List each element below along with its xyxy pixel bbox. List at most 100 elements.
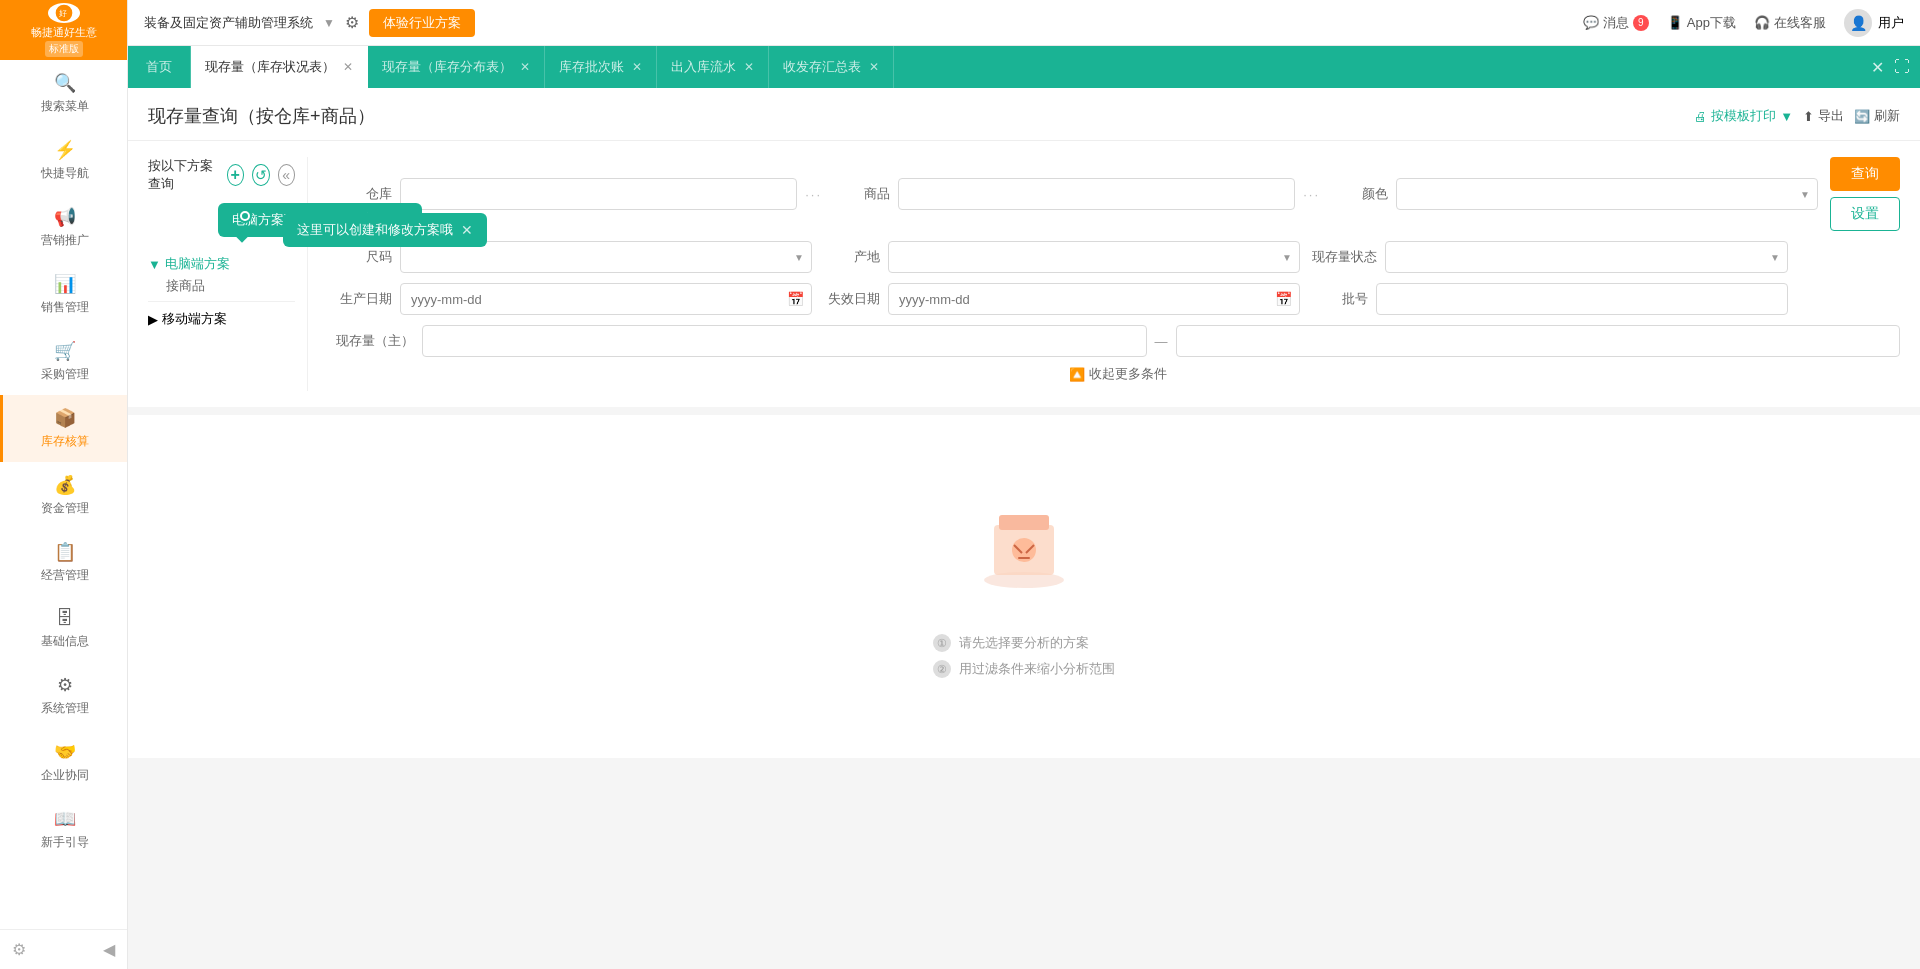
scheme-tooltip: 这里可以创建和修改方案哦 ✕ — [283, 213, 487, 247]
sidebar-item-marketing[interactable]: 📢 营销推广 — [0, 194, 127, 261]
status-select[interactable] — [1385, 241, 1788, 273]
collapse-more-label: 收起更多条件 — [1089, 365, 1167, 383]
tab-inventory-dist[interactable]: 现存量（库存分布表） ✕ — [368, 46, 545, 88]
batch-no-input[interactable] — [1376, 283, 1788, 315]
sidebar-item-label: 基础信息 — [41, 633, 89, 650]
export-icon: ⬆ — [1803, 109, 1814, 124]
sidebar-item-inventory[interactable]: 📦 库存核算 — [0, 395, 127, 462]
message-icon: 💬 — [1583, 15, 1599, 30]
sidebar-item-operations[interactable]: 📋 经营管理 — [0, 529, 127, 596]
connect-dot — [240, 211, 250, 221]
tab-in-out-flow-label: 出入库流水 — [671, 58, 736, 76]
produce-date-start-calendar-icon[interactable]: 📅 — [787, 291, 804, 307]
goods-input[interactable] — [898, 178, 1295, 210]
settings-bottom-icon[interactable]: ⚙ — [12, 940, 26, 959]
sidebar-bottom: ⚙ ◀ — [0, 929, 127, 969]
collapse-arrow-icon: 🔼 — [1069, 367, 1085, 382]
empty-hint-1: ① 请先选择要分析的方案 — [933, 634, 1115, 652]
close-all-tabs-btn[interactable]: ✕ — [1871, 58, 1884, 77]
query-btn[interactable]: 查询 — [1830, 157, 1900, 191]
tab-inventory-dist-close[interactable]: ✕ — [520, 60, 530, 74]
warehouse-more-icon[interactable]: ··· — [805, 187, 822, 202]
produce-date-start[interactable] — [400, 283, 812, 315]
expire-date-start[interactable] — [888, 283, 1300, 315]
header-right: 💬 消息 9 📱 App下载 🎧 在线客服 👤 用户 — [1583, 9, 1904, 37]
trial-btn[interactable]: 体验行业方案 — [369, 9, 475, 37]
range-separator: — — [1155, 334, 1168, 349]
tab-in-out-flow[interactable]: 出入库流水 ✕ — [657, 46, 769, 88]
print-arrow-icon: ▼ — [1780, 109, 1793, 124]
scheme-item-arrow-mobile: ▶ — [148, 312, 158, 327]
filter-row-1: 仓库 ··· 商品 ··· 颜色 — [336, 157, 1900, 231]
sidebar-item-system[interactable]: ⚙ 系统管理 — [0, 662, 127, 729]
filter-scheme-panel: 按以下方案查询 + ↺ « 电脑方案可设为移动方案哦 ✕ ▼ — [148, 157, 308, 391]
operations-icon: 📋 — [54, 541, 76, 563]
fullscreen-btn[interactable]: ⛶ — [1894, 58, 1910, 76]
tab-collect-summary-close[interactable]: ✕ — [869, 60, 879, 74]
filter-group-produce-date: 生产日期 📅 — [336, 283, 812, 315]
origin-select[interactable] — [888, 241, 1300, 273]
origin-select-wrap — [888, 241, 1300, 273]
page-actions: 🖨 按模板打印 ▼ ⬆ 导出 🔄 刷新 — [1694, 107, 1900, 137]
sidebar-item-sales[interactable]: 📊 销售管理 — [0, 261, 127, 328]
search-icon: 🔍 — [54, 72, 76, 94]
hint-num-2: ② — [933, 660, 951, 678]
warehouse-input[interactable] — [400, 178, 797, 210]
system-dropdown-arrow[interactable]: ▼ — [323, 16, 335, 30]
app-download-btn[interactable]: 📱 App下载 — [1667, 14, 1736, 32]
expire-date-start-calendar-icon[interactable]: 📅 — [1275, 291, 1292, 307]
stock-qty-label: 现存量（主） — [336, 332, 414, 350]
tab-home[interactable]: 首页 — [128, 46, 191, 88]
tab-collect-summary-label: 收发存汇总表 — [783, 58, 861, 76]
sidebar-item-base[interactable]: 🗄 基础信息 — [0, 596, 127, 662]
page-title: 现存量查询（按仓库+商品） — [148, 104, 375, 140]
set-btn[interactable]: 设置 — [1830, 197, 1900, 231]
sidebar-item-guide[interactable]: 📖 新手引导 — [0, 796, 127, 863]
filter-group-origin: 产地 — [824, 241, 1300, 273]
scheme-sub-item-goods[interactable]: 接商品 — [148, 277, 295, 295]
refresh-btn[interactable]: 🔄 刷新 — [1854, 107, 1900, 125]
refresh-scheme-btn[interactable]: ↺ — [252, 164, 270, 186]
export-btn[interactable]: ⬆ 导出 — [1803, 107, 1844, 125]
add-scheme-btn[interactable]: + — [227, 164, 245, 186]
filter-row-4: 现存量（主） — — [336, 325, 1900, 357]
header-gear-icon[interactable]: ⚙ — [345, 13, 359, 32]
collapse-more-btn[interactable]: 🔼 收起更多条件 — [336, 357, 1900, 391]
scheme-item-mobile[interactable]: ▶ 移动端方案 — [148, 308, 295, 330]
goods-more-icon[interactable]: ··· — [1303, 187, 1320, 202]
tab-batch-ledger[interactable]: 库存批次账 ✕ — [545, 46, 657, 88]
sidebar-item-search[interactable]: 🔍 搜索菜单 — [0, 60, 127, 127]
message-btn[interactable]: 💬 消息 9 — [1583, 14, 1649, 32]
scheme-item-pc[interactable]: ▼ 电脑端方案 — [148, 253, 295, 275]
sidebar-item-purchase[interactable]: 🛒 采购管理 — [0, 328, 127, 395]
sidebar-logo-text: 畅捷通好生意 — [31, 25, 97, 39]
print-btn[interactable]: 🖨 按模板打印 ▼ — [1694, 107, 1793, 125]
status-select-wrap — [1385, 241, 1788, 273]
sidebar-item-quick[interactable]: ⚡ 快捷导航 — [0, 127, 127, 194]
stock-qty-max[interactable] — [1176, 325, 1901, 357]
filter-group-batch-no: 批号 — [1312, 283, 1788, 315]
status-label: 现存量状态 — [1312, 248, 1377, 266]
base-icon: 🗄 — [56, 608, 74, 629]
tab-batch-ledger-close[interactable]: ✕ — [632, 60, 642, 74]
color-select[interactable] — [1396, 178, 1818, 210]
sidebar-item-label: 库存核算 — [41, 433, 89, 450]
stock-qty-min[interactable] — [422, 325, 1147, 357]
tab-in-out-flow-close[interactable]: ✕ — [744, 60, 754, 74]
back-scheme-btn[interactable]: « — [278, 164, 296, 186]
refresh-icon: 🔄 — [1854, 109, 1870, 124]
filter-group-expire-date: 失效日期 📅 — [824, 283, 1300, 315]
tab-inventory-status[interactable]: 现存量（库存状况表） ✕ — [191, 46, 368, 88]
online-service-btn[interactable]: 🎧 在线客服 — [1754, 14, 1826, 32]
sidebar-item-finance[interactable]: 💰 资金管理 — [0, 462, 127, 529]
tab-inventory-status-close[interactable]: ✕ — [343, 60, 353, 74]
guide-icon: 📖 — [54, 808, 76, 830]
scheme-item-label-mobile: 移动端方案 — [162, 310, 227, 328]
tab-collect-summary[interactable]: 收发存汇总表 ✕ — [769, 46, 894, 88]
collapse-sidebar-btn[interactable]: ◀ — [103, 940, 115, 959]
sidebar-item-enterprise[interactable]: 🤝 企业协同 — [0, 729, 127, 796]
user-profile-btn[interactable]: 👤 用户 — [1844, 9, 1904, 37]
sidebar-item-label: 搜索菜单 — [41, 98, 89, 115]
tabs-bar: 首页 现存量（库存状况表） ✕ 现存量（库存分布表） ✕ 库存批次账 ✕ 出入库… — [128, 46, 1920, 88]
scheme-tooltip-close[interactable]: ✕ — [461, 222, 473, 238]
